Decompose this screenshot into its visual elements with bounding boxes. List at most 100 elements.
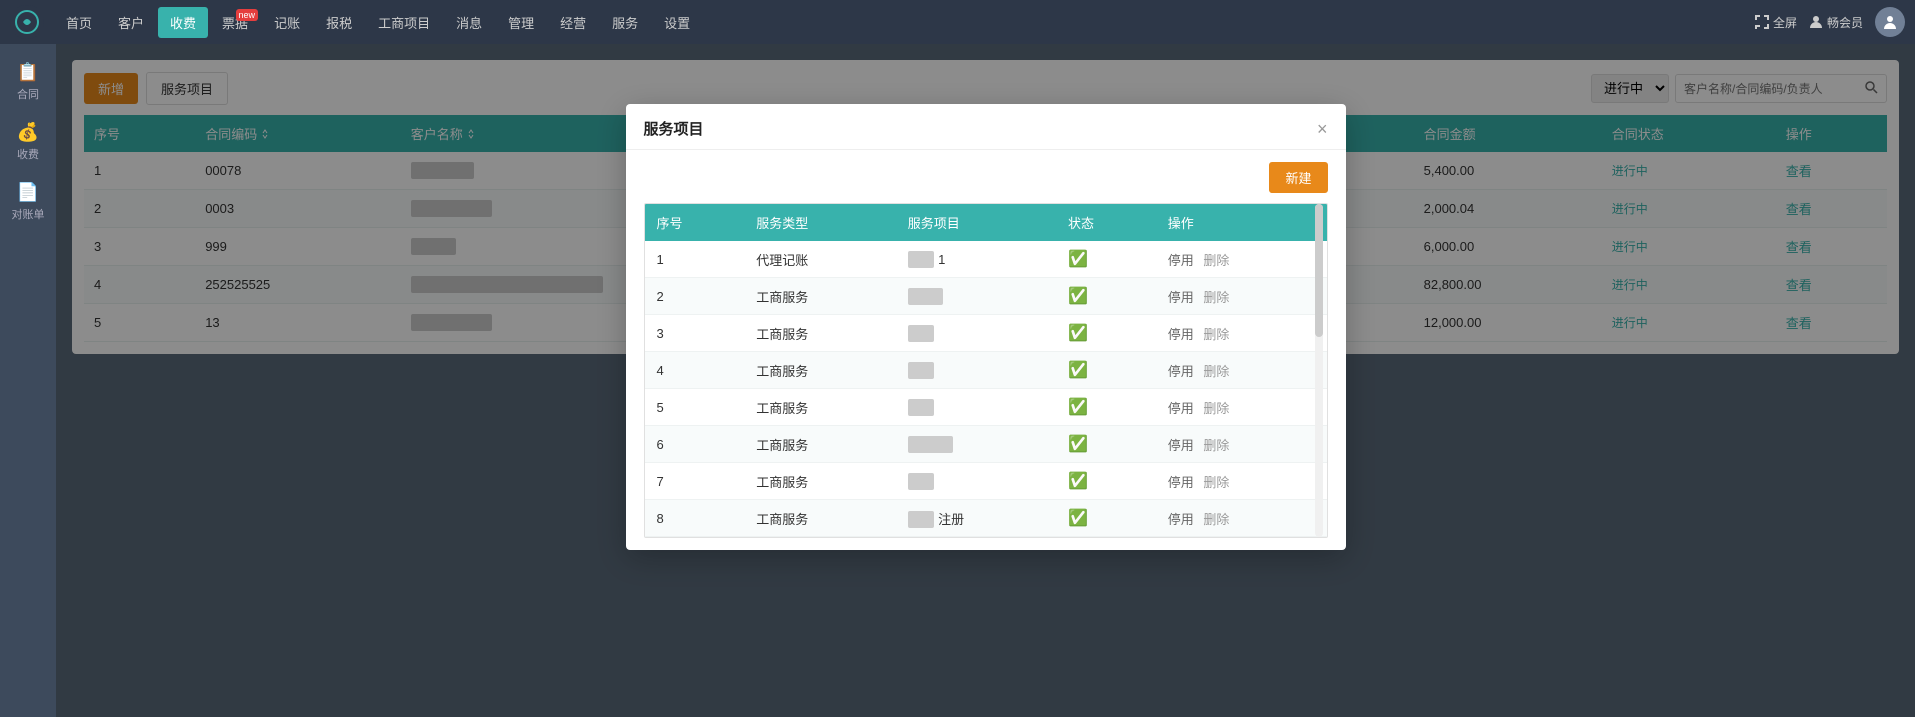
nav-tax[interactable]: 报税 — [314, 7, 364, 38]
modal-cell-type: 工商服务 — [744, 463, 896, 500]
fullscreen-btn[interactable]: 全屏 — [1755, 14, 1797, 31]
modal-service-table: 序号 服务类型 服务项目 状态 操作 1 代理记账 ██1 ✅ 停用 删除 2 … — [645, 204, 1327, 537]
sidebar: 📋 合同 💰 收费 📄 对账单 — [0, 44, 56, 717]
modal-cell-no: 6 — [645, 426, 745, 463]
modal-cell-type: 工商服务 — [744, 500, 896, 537]
delete-button[interactable]: 删除 — [1203, 290, 1229, 305]
user-avatar[interactable] — [1875, 7, 1905, 37]
modal-new-button[interactable]: 新建 — [1269, 162, 1327, 193]
modal-table-row: 5 工商服务 ██ ✅ 停用 删除 — [645, 389, 1327, 426]
app-logo — [10, 5, 44, 39]
top-nav: 首页 客户 收费 票据 new 记账 报税 工商项目 消息 管理 经营 服务 设… — [0, 0, 1915, 44]
top-nav-right: 全屏 畅会员 — [1755, 7, 1905, 37]
modal-cell-status: ✅ — [1056, 352, 1156, 389]
nav-service[interactable]: 服务 — [600, 7, 650, 38]
modal-cell-no: 4 — [645, 352, 745, 389]
modal-cell-item: ██ — [896, 463, 1056, 500]
modal-cell-no: 1 — [645, 241, 745, 278]
modal-cell-actions[interactable]: 停用 删除 — [1156, 389, 1327, 426]
modal-cell-no: 3 — [645, 315, 745, 352]
modal-header: 服务项目 × — [626, 104, 1346, 150]
stop-button[interactable]: 停用 — [1168, 512, 1194, 527]
modal-cell-type: 代理记账 — [744, 241, 896, 278]
nav-settings[interactable]: 设置 — [652, 7, 702, 38]
delete-button[interactable]: 删除 — [1203, 327, 1229, 342]
sidebar-contract-label: 合同 — [17, 86, 39, 102]
nav-bookkeeping[interactable]: 记账 — [262, 7, 312, 38]
statement-icon: 📄 — [17, 182, 39, 203]
stop-button[interactable]: 停用 — [1168, 438, 1194, 453]
modal-table-row: 7 工商服务 ██ ✅ 停用 删除 — [645, 463, 1327, 500]
modal-cell-actions[interactable]: 停用 删除 — [1156, 426, 1327, 463]
new-badge: new — [236, 9, 259, 21]
modal-table-row: 8 工商服务 ██注册 ✅ 停用 删除 — [645, 500, 1327, 537]
modal-cell-status: ✅ — [1056, 389, 1156, 426]
modal-col-no: 序号 — [645, 204, 745, 241]
nav-message[interactable]: 消息 — [444, 7, 494, 38]
delete-button[interactable]: 删除 — [1203, 512, 1229, 527]
stop-button[interactable]: 停用 — [1168, 253, 1194, 268]
sidebar-item-fee[interactable]: 💰 收费 — [3, 114, 53, 170]
nav-business[interactable]: 工商项目 — [366, 7, 442, 38]
modal-cell-status: ✅ — [1056, 463, 1156, 500]
modal-cell-type: 工商服务 — [744, 315, 896, 352]
modal-cell-actions[interactable]: 停用 删除 — [1156, 241, 1327, 278]
fullscreen-label: 全屏 — [1773, 14, 1797, 31]
modal-cell-item: ███ — [896, 278, 1056, 315]
modal-cell-actions[interactable]: 停用 删除 — [1156, 278, 1327, 315]
sidebar-item-contract[interactable]: 📋 合同 — [3, 54, 53, 110]
modal-table-row: 4 工商服务 ██ ✅ 停用 删除 — [645, 352, 1327, 389]
nav-customer[interactable]: 客户 — [106, 7, 156, 38]
modal-cell-status: ✅ — [1056, 426, 1156, 463]
member-btn[interactable]: 畅会员 — [1809, 14, 1863, 31]
modal-cell-type: 工商服务 — [744, 426, 896, 463]
modal-cell-status: ✅ — [1056, 278, 1156, 315]
nav-fee[interactable]: 收费 — [158, 7, 208, 38]
modal-cell-item: ██1 — [896, 241, 1056, 278]
modal-table-wrap[interactable]: 序号 服务类型 服务项目 状态 操作 1 代理记账 ██1 ✅ 停用 删除 2 … — [644, 203, 1328, 538]
delete-button[interactable]: 删除 — [1203, 475, 1229, 490]
delete-button[interactable]: 删除 — [1203, 364, 1229, 379]
modal-cell-item: ██ — [896, 352, 1056, 389]
sidebar-fee-label: 收费 — [17, 146, 39, 162]
nav-operation[interactable]: 经营 — [548, 7, 598, 38]
stop-button[interactable]: 停用 — [1168, 327, 1194, 342]
nav-invoice[interactable]: 票据 new — [210, 7, 260, 38]
service-modal: 服务项目 × 新建 序号 服务类型 服务项目 状态 操作 — [626, 104, 1346, 550]
modal-cell-actions[interactable]: 停用 删除 — [1156, 463, 1327, 500]
modal-title: 服务项目 — [644, 118, 704, 139]
stop-button[interactable]: 停用 — [1168, 401, 1194, 416]
scrollbar-thumb[interactable] — [1315, 204, 1323, 337]
delete-button[interactable]: 删除 — [1203, 438, 1229, 453]
modal-close-button[interactable]: × — [1317, 120, 1328, 138]
modal-cell-no: 7 — [645, 463, 745, 500]
modal-table-row: 6 工商服务 ████ ✅ 停用 删除 — [645, 426, 1327, 463]
member-label: 畅会员 — [1827, 14, 1863, 31]
sidebar-item-statement[interactable]: 📄 对账单 — [3, 174, 53, 230]
nav-home[interactable]: 首页 — [54, 7, 104, 38]
stop-button[interactable]: 停用 — [1168, 290, 1194, 305]
modal-cell-type: 工商服务 — [744, 389, 896, 426]
modal-cell-status: ✅ — [1056, 241, 1156, 278]
stop-button[interactable]: 停用 — [1168, 475, 1194, 490]
modal-cell-actions[interactable]: 停用 删除 — [1156, 352, 1327, 389]
fee-icon: 💰 — [17, 122, 39, 143]
modal-col-type: 服务类型 — [744, 204, 896, 241]
modal-table-row: 1 代理记账 ██1 ✅ 停用 删除 — [645, 241, 1327, 278]
scrollbar-track[interactable] — [1315, 204, 1323, 537]
modal-overlay[interactable]: 服务项目 × 新建 序号 服务类型 服务项目 状态 操作 — [56, 44, 1915, 717]
delete-button[interactable]: 删除 — [1203, 253, 1229, 268]
modal-table-row: 3 工商服务 ██ ✅ 停用 删除 — [645, 315, 1327, 352]
delete-button[interactable]: 删除 — [1203, 401, 1229, 416]
modal-col-action: 操作 — [1156, 204, 1327, 241]
modal-cell-item: ██注册 — [896, 500, 1056, 537]
sidebar-statement-label: 对账单 — [12, 206, 45, 222]
modal-body: 新建 序号 服务类型 服务项目 状态 操作 1 代理记账 — [626, 150, 1346, 550]
stop-button[interactable]: 停用 — [1168, 364, 1194, 379]
nav-manage[interactable]: 管理 — [496, 7, 546, 38]
modal-cell-status: ✅ — [1056, 500, 1156, 537]
modal-cell-actions[interactable]: 停用 删除 — [1156, 315, 1327, 352]
modal-cell-actions[interactable]: 停用 删除 — [1156, 500, 1327, 537]
modal-table-row: 2 工商服务 ███ ✅ 停用 删除 — [645, 278, 1327, 315]
modal-cell-item: ██ — [896, 315, 1056, 352]
